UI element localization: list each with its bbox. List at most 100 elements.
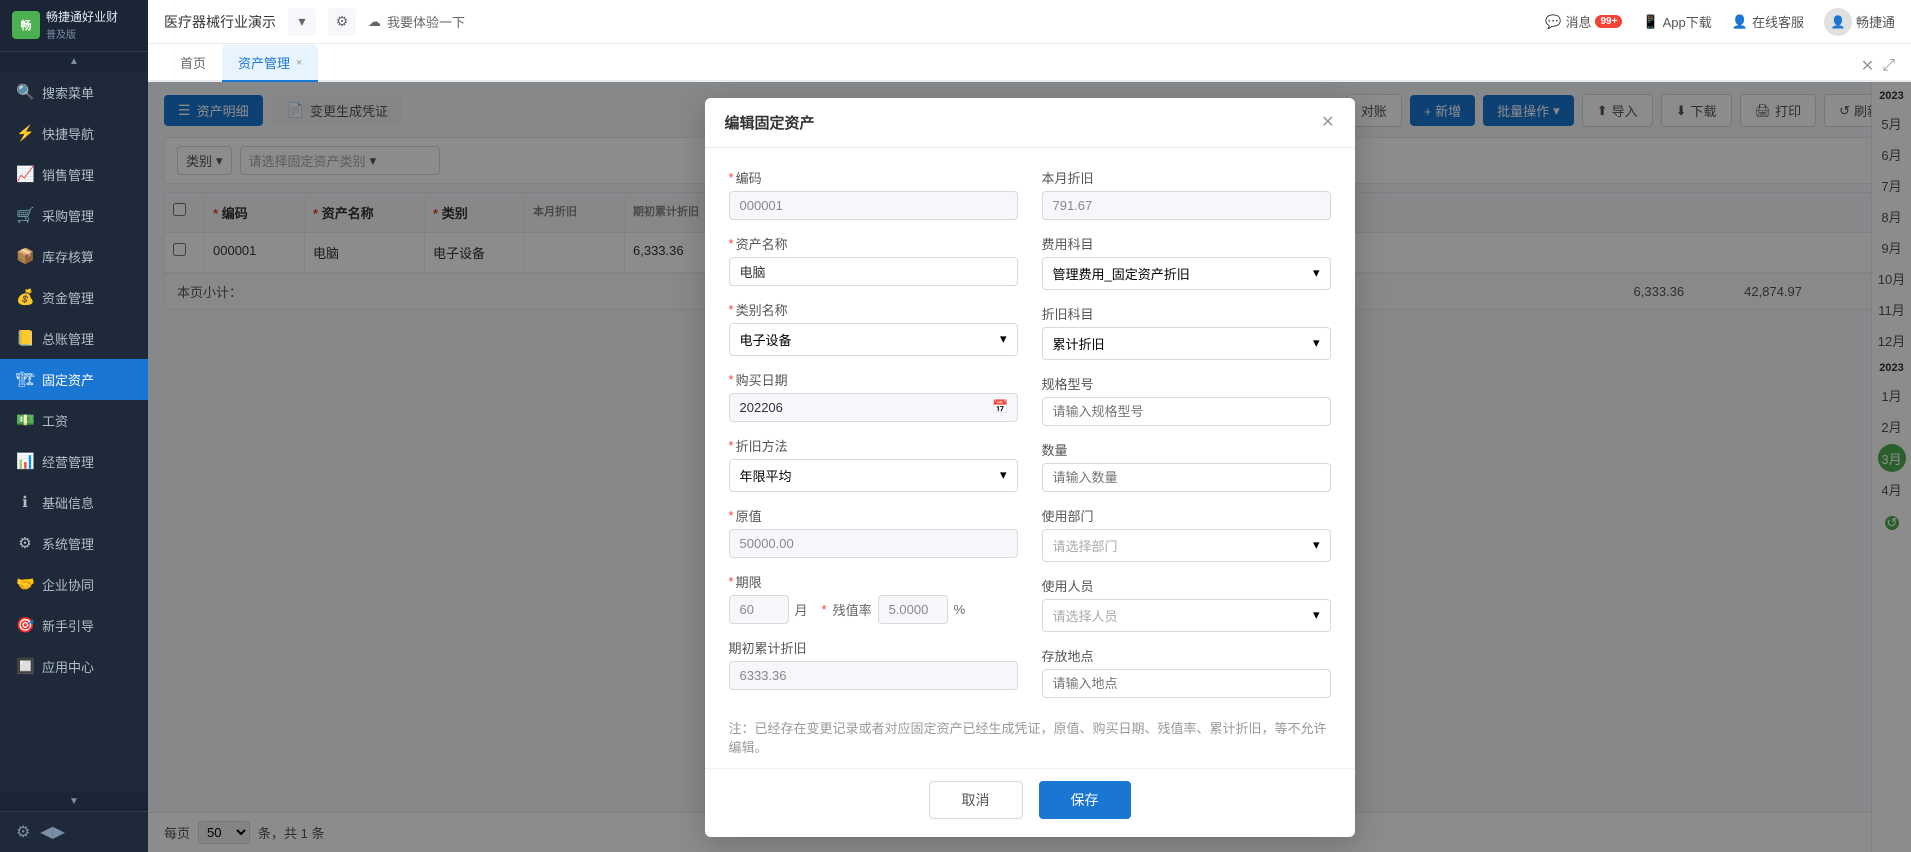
sidebar-item-basicinfo[interactable]: ℹ 基础信息 — [0, 482, 148, 523]
service-label: 在线客服 — [1752, 12, 1804, 31]
app-icon: 📱 — [1642, 14, 1658, 30]
sidebar-logo: 畅 畅捷通好业财 普及版 — [0, 0, 148, 52]
ledger-icon: 📒 — [16, 329, 34, 347]
expense-subject-select[interactable]: 管理费用_固定资产折旧 ▾ — [1042, 257, 1331, 290]
tab-home-label: 首页 — [180, 53, 206, 72]
monthly-dep-input[interactable] — [1042, 191, 1331, 220]
period-unit: 月 — [795, 600, 808, 619]
sidebar-item-management[interactable]: 📊 经营管理 — [0, 441, 148, 482]
dep-method-label: * 折旧方法 — [729, 436, 1018, 455]
code-label: * 编码 — [729, 168, 1018, 187]
modal-left-col: * 编码 * 资产名称 — [729, 168, 1018, 698]
calendar-icon[interactable]: 📅 — [984, 399, 1016, 415]
code-input[interactable] — [729, 191, 1018, 220]
sidebar-item-guide[interactable]: 🎯 新手引导 — [0, 605, 148, 646]
residual-rate-label: 残值率 — [833, 600, 872, 619]
sidebar-scroll-down[interactable]: ▼ — [0, 791, 148, 811]
message-badge: 99+ — [1595, 15, 1622, 28]
save-button[interactable]: 保存 — [1039, 781, 1131, 819]
settings-icon[interactable]: ⚙ — [16, 822, 30, 842]
form-group-code: * 编码 — [729, 168, 1018, 220]
topbar-right: 💬 消息 99+ 📱 App下载 👤 在线客服 👤 畅捷通 — [1545, 8, 1895, 36]
period-input[interactable] — [729, 595, 789, 624]
tab-home[interactable]: 首页 — [164, 45, 222, 82]
form-group-dep-method: * 折旧方法 年限平均 ▾ — [729, 436, 1018, 492]
management-icon: 📊 — [16, 452, 34, 470]
app-download-btn[interactable]: 📱 App下载 — [1642, 12, 1711, 31]
purchase-date-label: * 购买日期 — [729, 370, 1018, 389]
sidebar-item-sysadmin[interactable]: ⚙ 系统管理 — [0, 523, 148, 564]
user-placeholder: 请选择人员 — [1053, 606, 1118, 625]
initial-dep-input[interactable] — [729, 661, 1018, 690]
modal-note: 注：已经存在变更记录或者对应固定资产已经生成凭证，原值、购买日期、残值率、累计折… — [705, 710, 1355, 768]
sidebar-item-collab[interactable]: 🤝 企业协同 — [0, 564, 148, 605]
form-group-category: * 类别名称 电子设备 ▾ — [729, 300, 1018, 356]
message-btn[interactable]: 💬 消息 99+ — [1545, 12, 1622, 31]
dep-subject-value: 累计折旧 — [1053, 334, 1105, 353]
settings-icon[interactable]: ⚙ — [328, 8, 356, 36]
sidebar-item-appcenter[interactable]: 🔲 应用中心 — [0, 646, 148, 687]
tabbar-close-icon[interactable]: ✕ — [1861, 56, 1874, 76]
basicinfo-icon: ℹ — [16, 493, 34, 511]
dept-placeholder: 请选择部门 — [1053, 536, 1118, 555]
sidebar-item-quicknav[interactable]: ⚡ 快捷导航 — [0, 113, 148, 154]
fixedasset-icon: 🏗 — [16, 370, 34, 388]
sidebar-item-purchase[interactable]: 🛒 采购管理 — [0, 195, 148, 236]
modal-close-btn[interactable]: ✕ — [1321, 112, 1334, 132]
dropdown-icon[interactable]: ▾ — [288, 8, 316, 36]
sidebar-item-search[interactable]: 🔍 搜索菜单 — [0, 72, 148, 113]
inventory-icon: 📦 — [16, 247, 34, 265]
tab-close-icon[interactable]: × — [296, 57, 302, 69]
sidebar-nav: 🔍 搜索菜单 ⚡ 快捷导航 📈 销售管理 🛒 采购管理 📦 库存核算 💰 资金管… — [0, 72, 148, 791]
user-select[interactable]: 请选择人员 ▾ — [1042, 599, 1331, 632]
sidebar-item-payroll[interactable]: 💵 工资 — [0, 400, 148, 441]
tabbar-right: ✕ ⤢ — [1861, 56, 1895, 80]
dep-subject-select[interactable]: 累计折旧 ▾ — [1042, 327, 1331, 360]
residual-rate-unit: % — [954, 602, 966, 617]
asset-name-input[interactable] — [729, 257, 1018, 286]
expense-subject-chevron: ▾ — [1313, 265, 1320, 281]
period-label: * 期限 — [729, 572, 1018, 591]
cancel-button[interactable]: 取消 — [929, 781, 1023, 819]
tabbar-expand-icon[interactable]: ⤢ — [1882, 57, 1895, 75]
dept-select[interactable]: 请选择部门 ▾ — [1042, 529, 1331, 562]
category-chevron-icon: ▾ — [1000, 331, 1007, 347]
form-group-monthly-dep: 本月折旧 — [1042, 168, 1331, 220]
quantity-input[interactable] — [1042, 463, 1331, 492]
user-menu[interactable]: 👤 畅捷通 — [1824, 8, 1895, 36]
residual-rate-input[interactable] — [878, 595, 948, 624]
modal-title: 编辑固定资产 — [725, 112, 815, 133]
form-group-quantity: 数量 — [1042, 440, 1331, 492]
category-select-modal[interactable]: 电子设备 ▾ — [729, 323, 1018, 356]
category-select-value: 电子设备 — [740, 330, 792, 349]
collapse-icon[interactable]: ◀▶ — [40, 822, 65, 842]
sidebar: 畅 畅捷通好业财 普及版 ▲ 🔍 搜索菜单 ⚡ 快捷导航 📈 销售管理 🛒 采购… — [0, 0, 148, 852]
sidebar-item-fixedasset[interactable]: 🏗 固定资产 — [0, 359, 148, 400]
form-group-initial-dep: 期初累计折旧 — [729, 638, 1018, 690]
modal-right-col: 本月折旧 费用科目 管理费用_固定资产折旧 — [1042, 168, 1331, 698]
sidebar-item-inventory[interactable]: 📦 库存核算 — [0, 236, 148, 277]
sidebar-item-sales[interactable]: 📈 销售管理 — [0, 154, 148, 195]
industry-label: 医疗器械行业演示 — [164, 12, 276, 32]
sidebar-item-finance[interactable]: 💰 资金管理 — [0, 277, 148, 318]
form-group-purchase-date: * 购买日期 📅 — [729, 370, 1018, 422]
avatar: 👤 — [1824, 8, 1852, 36]
service-btn[interactable]: 👤 在线客服 — [1732, 12, 1804, 31]
category-label: * 类别名称 — [729, 300, 1018, 319]
form-group-spec-model: 规格型号 — [1042, 374, 1331, 426]
experience-btn[interactable]: ☁ 我要体验一下 — [368, 12, 465, 31]
tab-asset-management[interactable]: 资产管理 × — [222, 45, 318, 82]
purchase-date-input[interactable] — [730, 394, 985, 421]
location-input[interactable] — [1042, 669, 1331, 698]
initial-dep-label: 期初累计折旧 — [729, 638, 1018, 657]
logo-icon: 畅 — [12, 11, 40, 39]
sidebar-item-ledger[interactable]: 📒 总账管理 — [0, 318, 148, 359]
spec-model-input[interactable] — [1042, 397, 1331, 426]
dep-method-chevron-icon: ▾ — [1000, 467, 1007, 483]
form-group-dep-subject: 折旧科目 累计折旧 ▾ — [1042, 304, 1331, 360]
original-value-input[interactable] — [729, 529, 1018, 558]
user-label: 使用人员 — [1042, 576, 1331, 595]
sidebar-scroll-up[interactable]: ▲ — [0, 52, 148, 72]
modal-footer: 取消 保存 — [705, 768, 1355, 837]
dep-method-select[interactable]: 年限平均 ▾ — [729, 459, 1018, 492]
